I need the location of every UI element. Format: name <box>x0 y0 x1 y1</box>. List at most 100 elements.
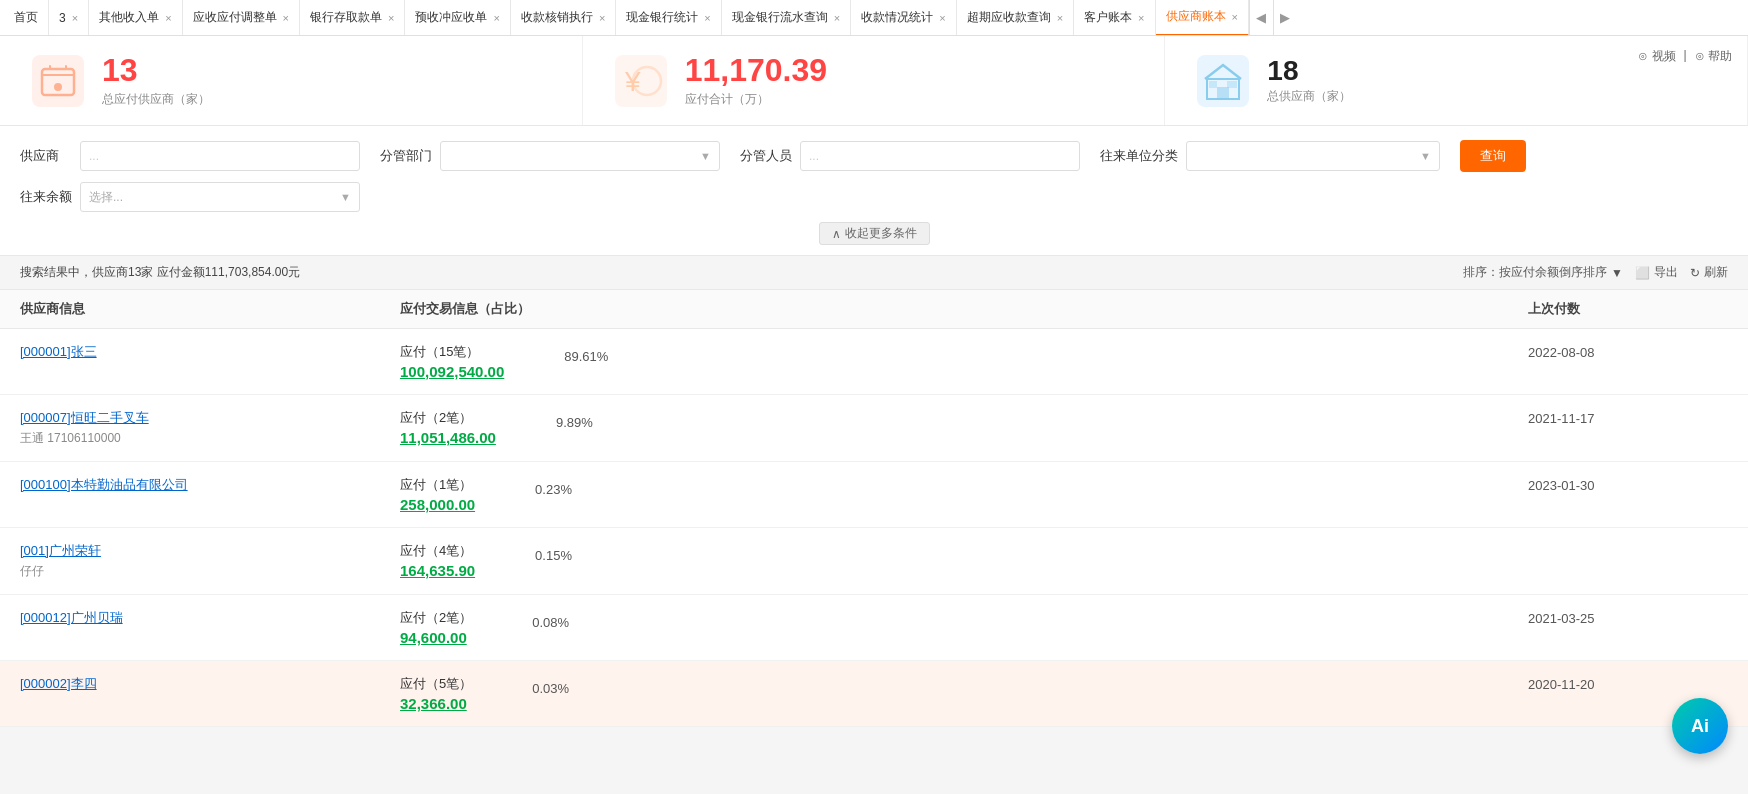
supplier-sub: 仔仔 <box>20 563 400 580</box>
close-icon[interactable]: × <box>283 12 289 24</box>
stat-text-ap-supplier: 13 总应付供应商（家） <box>102 53 210 107</box>
payable-amount[interactable]: 164,635.90 <box>400 562 475 579</box>
export-button[interactable]: ⬜ 导出 <box>1635 264 1678 281</box>
payable-amount[interactable]: 32,366.00 <box>400 695 472 712</box>
sort-select[interactable]: 排序：按应付余额倒序排序 ▼ <box>1463 264 1623 281</box>
refresh-button[interactable]: ↻ 刷新 <box>1690 264 1728 281</box>
collapse-button[interactable]: ∧ 收起更多条件 <box>819 222 930 245</box>
last-pay-col: 2022-08-08 <box>1528 343 1728 360</box>
close-icon[interactable]: × <box>165 12 171 24</box>
nav-tab-customer-account[interactable]: 客户账本 × <box>1074 0 1155 36</box>
payable-amount[interactable]: 258,000.00 <box>400 496 475 513</box>
payable-label: 应付（15笔） <box>400 343 504 361</box>
payable-col: 应付（15笔） 100,092,540.00 89.61% <box>400 343 1528 380</box>
filter-item-category: 往来单位分类 ▼ <box>1100 141 1440 171</box>
supplier-link[interactable]: [000012]广州贝瑞 <box>20 610 123 625</box>
payable-amount[interactable]: 11,051,486.00 <box>400 429 496 446</box>
supplier-col: [000001]张三 <box>20 343 400 361</box>
balance-filter-label: 往来余额 <box>20 188 72 206</box>
filter-item-supplier: 供应商 ... <box>20 141 360 171</box>
stat-label-amount: 应付合计（万） <box>685 91 827 108</box>
supplier-link[interactable]: [000002]李四 <box>20 676 97 691</box>
close-icon[interactable]: × <box>1232 11 1238 23</box>
close-icon[interactable]: × <box>704 12 710 24</box>
nav-tab-cash-bank-stat[interactable]: 现金银行统计 × <box>616 0 721 36</box>
nav-tab-advance-charge[interactable]: 预收冲应收单 × <box>405 0 510 36</box>
sort-dropdown-icon: ▼ <box>1611 266 1623 280</box>
nav-tab-receipt-stat[interactable]: 收款情况统计 × <box>851 0 956 36</box>
close-icon[interactable]: × <box>939 12 945 24</box>
supplier-input[interactable]: ... <box>80 141 360 171</box>
filter-item-dept: 分管部门 ▼ <box>380 141 720 171</box>
th-last-pay: 上次付数 <box>1528 300 1728 318</box>
supplier-col: [000100]本特勤油品有限公司 <box>20 476 400 494</box>
nav-tab-ap-adjust[interactable]: 应收应付调整单 × <box>183 0 300 36</box>
svg-rect-3 <box>615 55 667 107</box>
collapse-bar: ∧ 收起更多条件 <box>20 222 1728 245</box>
dept-input[interactable]: ▼ <box>440 141 720 171</box>
close-icon[interactable]: × <box>493 12 499 24</box>
last-pay-col <box>1528 542 1728 544</box>
category-dropdown-arrow: ▼ <box>1420 150 1431 162</box>
nav-tab-overdue-query[interactable]: 超期应收款查询 × <box>957 0 1074 36</box>
stat-num-ap-supplier: 13 <box>102 53 210 88</box>
nav-tab-bank-deposit[interactable]: 银行存取款单 × <box>300 0 405 36</box>
supplier-link[interactable]: [000007]恒旺二手叉车 <box>20 410 149 425</box>
payable-col: 应付（2笔） 94,600.00 0.08% <box>400 609 1528 646</box>
table-row: [000002]李四 应付（5笔） 32,366.00 0.03% 2020-1… <box>0 661 1748 727</box>
close-icon[interactable]: × <box>834 12 840 24</box>
help-link[interactable]: ⊙ 帮助 <box>1695 48 1732 65</box>
close-icon[interactable]: × <box>599 12 605 24</box>
nav-tab-supplier-account[interactable]: 供应商账本 × <box>1156 0 1249 36</box>
payable-info: 应付（15笔） 100,092,540.00 <box>400 343 504 380</box>
video-link[interactable]: ⊙ 视频 <box>1638 48 1675 65</box>
supplier-link[interactable]: [000100]本特勤油品有限公司 <box>20 477 188 492</box>
store-icon <box>1195 53 1251 109</box>
stat-card-amount: ¥ 11,170.39 应付合计（万） <box>583 36 1166 125</box>
table-header: 供应商信息 应付交易信息（占比） 上次付数 <box>0 290 1748 329</box>
stat-card-ap-supplier: 13 总应付供应商（家） <box>0 36 583 125</box>
person-input-dots: ... <box>809 149 819 163</box>
supplier-link[interactable]: [001]广州荣轩 <box>20 543 101 558</box>
payable-label: 应付（2笔） <box>400 409 496 427</box>
nav-tab-receipt-verify[interactable]: 收款核销执行 × <box>511 0 616 36</box>
nav-right-arrow[interactable]: ▶ <box>1273 0 1297 36</box>
query-button[interactable]: 查询 <box>1460 140 1526 172</box>
balance-input[interactable]: 选择... ▼ <box>80 182 360 212</box>
close-icon[interactable]: × <box>388 12 394 24</box>
nav-left-arrow[interactable]: ◀ <box>1249 0 1273 36</box>
filter-item-balance: 往来余额 选择... ▼ <box>20 182 360 212</box>
results-actions: 排序：按应付余额倒序排序 ▼ ⬜ 导出 ↻ 刷新 <box>1463 264 1728 281</box>
stats-bar: 13 总应付供应商（家） ¥ 11,170.39 应付合计（万） <box>0 36 1748 126</box>
last-pay-col: 2021-03-25 <box>1528 609 1728 626</box>
export-icon: ⬜ <box>1635 266 1650 280</box>
supplier-link[interactable]: [000001]张三 <box>20 344 97 359</box>
nav-tab-other-income[interactable]: 其他收入单 × <box>89 0 182 36</box>
svg-rect-8 <box>1217 87 1229 99</box>
balance-placeholder: 选择... <box>89 189 123 206</box>
table-body: [000001]张三 应付（15笔） 100,092,540.00 89.61%… <box>0 329 1748 727</box>
payable-label: 应付（4笔） <box>400 542 475 560</box>
nav-tab-t3[interactable]: 3 × <box>49 0 89 36</box>
payable-pct: 0.23% <box>535 476 572 497</box>
th-payable: 应付交易信息（占比） <box>400 300 1528 318</box>
top-right-links: ⊙ 视频 | ⊙ 帮助 <box>1638 48 1732 65</box>
category-input[interactable]: ▼ <box>1186 141 1440 171</box>
chevron-up-icon: ∧ <box>832 227 841 241</box>
close-icon[interactable]: × <box>72 12 78 24</box>
close-icon[interactable]: × <box>1138 12 1144 24</box>
nav-tab-home[interactable]: 首页 <box>4 0 49 36</box>
payable-amount[interactable]: 100,092,540.00 <box>400 363 504 380</box>
filter-row-2: 往来余额 选择... ▼ <box>20 182 1728 212</box>
stat-num-total-supplier: 18 <box>1267 56 1351 87</box>
payable-info: 应付（5笔） 32,366.00 <box>400 675 472 712</box>
payable-amount[interactable]: 94,600.00 <box>400 629 472 646</box>
supplier-ap-icon <box>30 53 86 109</box>
nav-tab-cash-bank-flow[interactable]: 现金银行流水查询 × <box>722 0 851 36</box>
close-icon[interactable]: × <box>1057 12 1063 24</box>
person-input[interactable]: ... <box>800 141 1080 171</box>
svg-point-2 <box>54 83 62 91</box>
data-table: 供应商信息 应付交易信息（占比） 上次付数 [000001]张三 应付（15笔）… <box>0 290 1748 727</box>
last-pay-col: 2023-01-30 <box>1528 476 1728 493</box>
supplier-sub: 王通 17106110000 <box>20 430 400 447</box>
